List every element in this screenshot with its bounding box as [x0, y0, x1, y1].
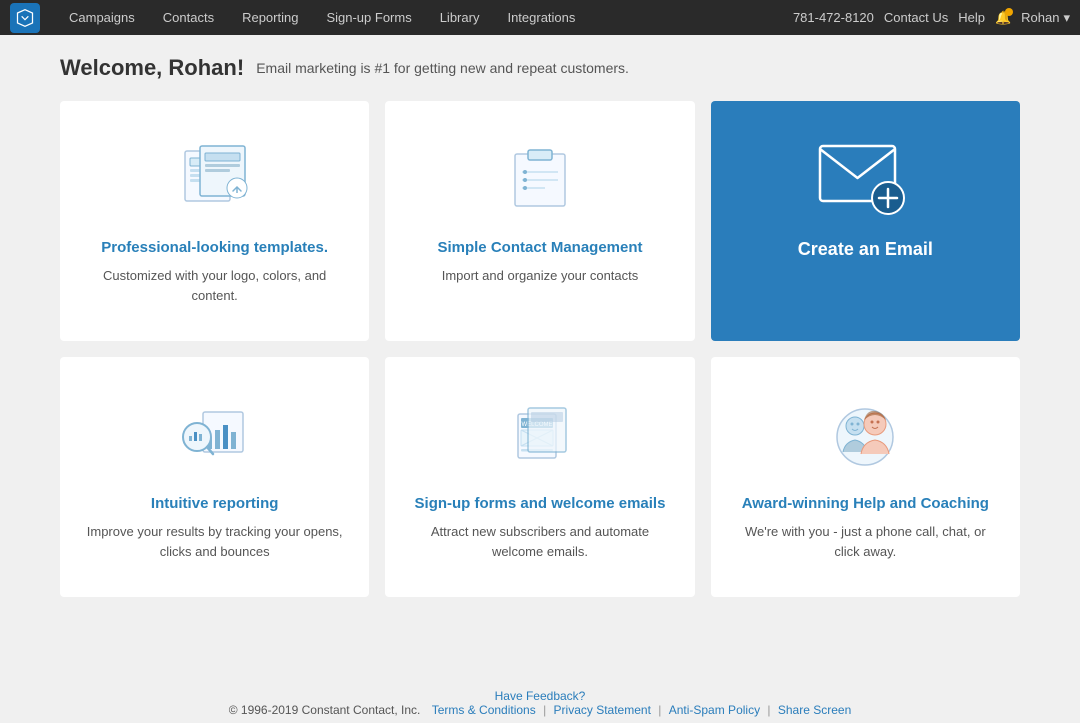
nav-right: 781-472-8120 Contact Us Help 🔔 Rohan ▾: [793, 10, 1070, 26]
footer-divider-4: |: [767, 703, 773, 717]
create-email-title: Create an Email: [798, 239, 933, 260]
nav-contact-us[interactable]: Contact Us: [884, 10, 948, 25]
signup-title: Sign-up forms and welcome emails: [415, 495, 666, 512]
main-content: Welcome, Rohan! Email marketing is #1 fo…: [0, 35, 1080, 675]
footer-share-screen[interactable]: Share Screen: [778, 703, 851, 717]
reporting-desc: Improve your results by tracking your op…: [80, 522, 349, 561]
nav-links: Campaigns Contacts Reporting Sign-up For…: [55, 0, 793, 35]
footer-divider-2: |: [543, 703, 549, 717]
app-logo[interactable]: [10, 3, 40, 33]
create-email-icon: [810, 131, 920, 221]
navbar: Campaigns Contacts Reporting Sign-up For…: [0, 0, 1080, 35]
signup-desc: Attract new subscribers and automate wel…: [405, 522, 674, 561]
card-templates[interactable]: Professional-looking templates. Customiz…: [60, 101, 369, 341]
notification-badge: [1005, 8, 1013, 16]
contacts-desc: Import and organize your contacts: [442, 266, 639, 286]
nav-campaigns[interactable]: Campaigns: [55, 0, 149, 35]
chevron-down-icon: ▾: [1063, 10, 1070, 26]
cards-grid: Professional-looking templates. Customiz…: [60, 101, 1020, 597]
footer-copyright: © 1996-2019 Constant Contact, Inc.: [229, 703, 421, 717]
card-create-email[interactable]: Create an Email: [711, 101, 1020, 341]
card-help[interactable]: Award-winning Help and Coaching We're wi…: [711, 357, 1020, 597]
reporting-title: Intuitive reporting: [151, 495, 279, 512]
nav-contacts[interactable]: Contacts: [149, 0, 228, 35]
contacts-title: Simple Contact Management: [437, 239, 642, 256]
templates-desc: Customized with your logo, colors, and c…: [80, 266, 349, 305]
footer-antispam[interactable]: Anti-Spam Policy: [669, 703, 760, 717]
reporting-icon: [175, 387, 255, 477]
nav-integrations[interactable]: Integrations: [493, 0, 589, 35]
card-reporting[interactable]: Intuitive reporting Improve your results…: [60, 357, 369, 597]
card-contacts[interactable]: Simple Contact Management Import and org…: [385, 101, 694, 341]
welcome-bar: Welcome, Rohan! Email marketing is #1 fo…: [60, 55, 1020, 81]
card-signup[interactable]: WELCOME Sign-up forms and welcome emails…: [385, 357, 694, 597]
footer: Have Feedback? © 1996-2019 Constant Cont…: [0, 675, 1080, 723]
welcome-subtitle: Email marketing is #1 for getting new an…: [256, 60, 629, 76]
help-title: Award-winning Help and Coaching: [742, 495, 989, 512]
templates-icon: [175, 131, 255, 221]
nav-reporting[interactable]: Reporting: [228, 0, 312, 35]
nav-notifications[interactable]: 🔔: [995, 10, 1011, 26]
help-desc: We're with you - just a phone call, chat…: [731, 522, 1000, 561]
contacts-icon: [500, 131, 580, 221]
footer-divider-3: |: [658, 703, 664, 717]
footer-privacy[interactable]: Privacy Statement: [554, 703, 651, 717]
signup-icon: WELCOME: [500, 387, 580, 477]
footer-terms[interactable]: Terms & Conditions: [432, 703, 536, 717]
nav-phone: 781-472-8120: [793, 10, 874, 25]
help-icon: [825, 387, 905, 477]
welcome-name: Welcome, Rohan!: [60, 55, 244, 81]
nav-library[interactable]: Library: [426, 0, 494, 35]
templates-title: Professional-looking templates.: [101, 239, 328, 256]
nav-signup-forms[interactable]: Sign-up Forms: [312, 0, 425, 35]
nav-user-menu[interactable]: Rohan ▾: [1021, 10, 1070, 26]
nav-help[interactable]: Help: [958, 10, 985, 25]
feedback-link[interactable]: Have Feedback?: [495, 689, 586, 703]
